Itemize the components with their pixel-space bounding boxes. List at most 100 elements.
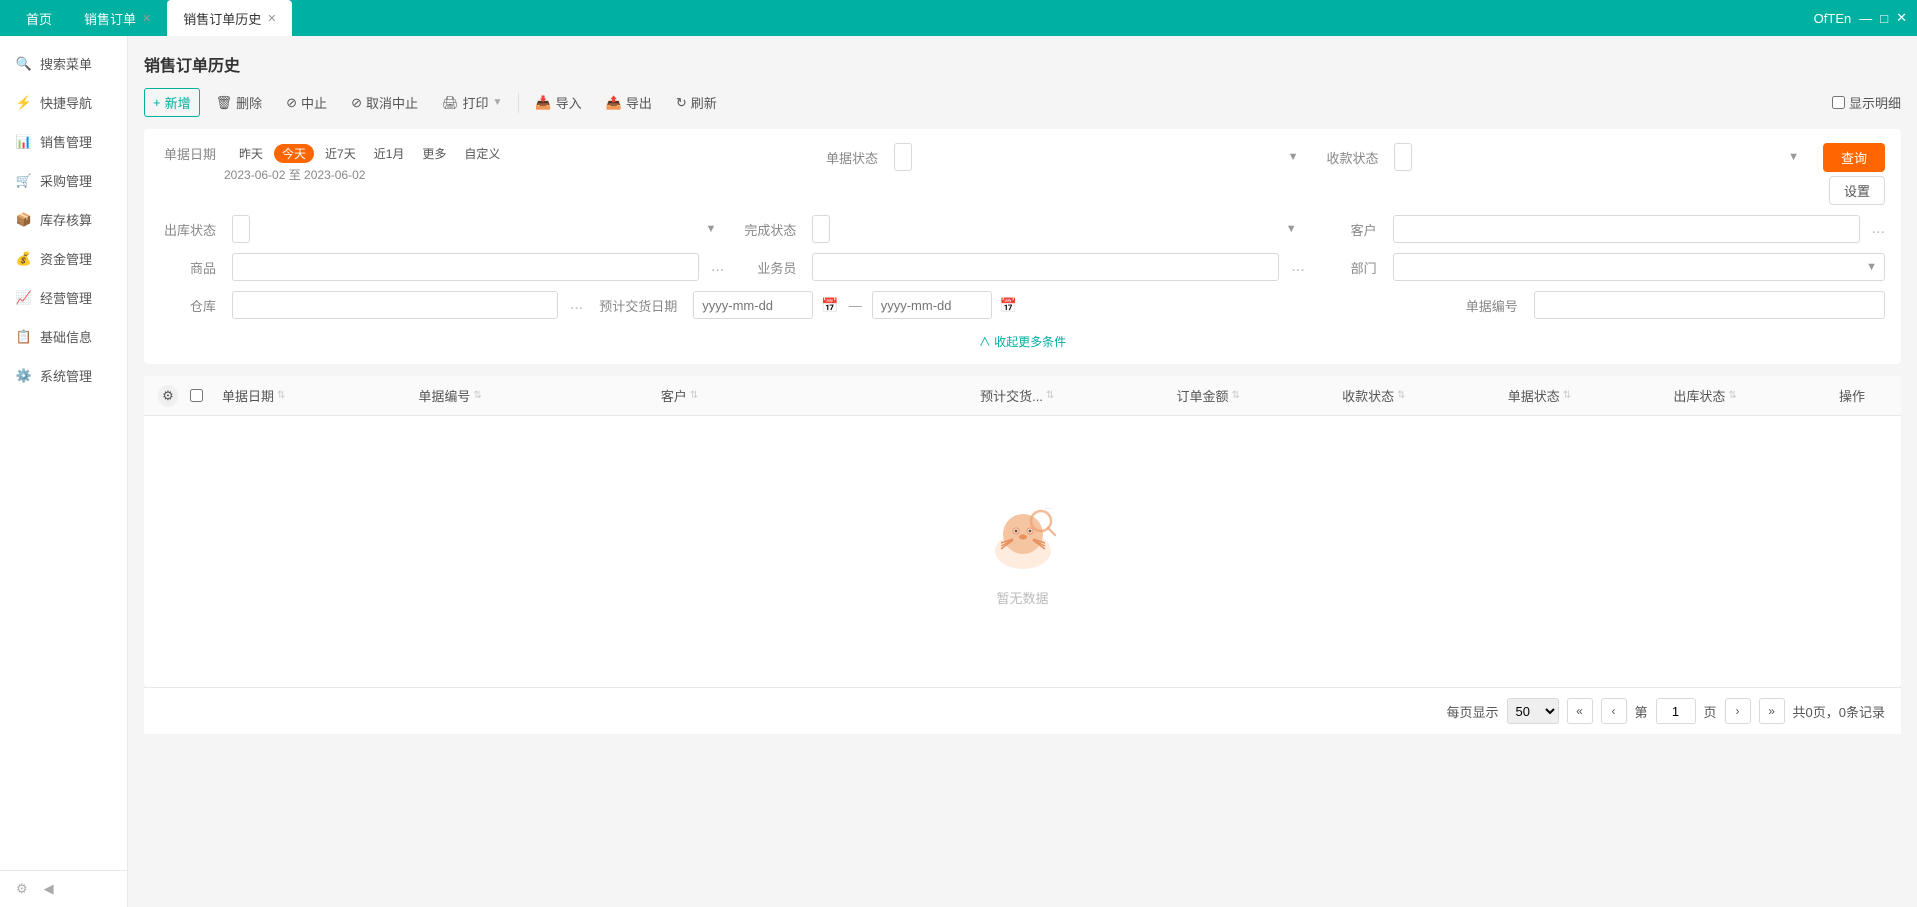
th-stock-status[interactable]: 出库状态 ⇅ (1667, 386, 1833, 405)
sidebar-collapse-icon[interactable]: ◀ (44, 881, 54, 897)
bill-number-input[interactable] (1534, 291, 1885, 319)
display-detail-checkbox[interactable] (1832, 96, 1845, 109)
customer-input[interactable] (1393, 215, 1860, 243)
product-input[interactable] (232, 253, 699, 281)
new-icon: + (153, 95, 161, 110)
th-customer-sort[interactable]: ⇅ (690, 390, 698, 401)
th-check[interactable] (184, 389, 216, 402)
sidebar-item-sales-mgmt-label: 销售管理 (40, 132, 92, 151)
table-settings-gear[interactable]: ⚙ (158, 385, 178, 407)
th-settings[interactable]: ⚙ (152, 385, 184, 407)
collapse-bar[interactable]: ∧ 收起更多条件 (160, 329, 1885, 350)
th-bill-status-sort[interactable]: ⇅ (1563, 390, 1571, 401)
th-stock-status-sort[interactable]: ⇅ (1728, 390, 1736, 401)
calendar-to-icon[interactable]: 📅 (1000, 297, 1017, 314)
stock-status-arrow: ▼ (705, 223, 716, 235)
query-button[interactable]: 查询 (1823, 143, 1885, 172)
refresh-button[interactable]: ↻ 刷新 (668, 89, 725, 116)
page-prev-button[interactable]: ‹ (1601, 698, 1627, 724)
warehouse-input[interactable] (232, 291, 558, 319)
window-minimize[interactable]: — (1859, 11, 1872, 26)
bill-status-select-wrap: ▼ (894, 143, 1307, 171)
base-info-icon: 📋 (16, 329, 32, 345)
product-dots[interactable]: ... (711, 258, 724, 276)
export-button[interactable]: 📤 导出 (598, 89, 660, 116)
svg-text:···: ··· (1045, 504, 1053, 513)
new-button[interactable]: + 新增 (144, 88, 200, 117)
salesperson-dots[interactable]: ... (1291, 258, 1304, 276)
th-bill-status[interactable]: 单据状态 ⇅ (1502, 386, 1668, 405)
delivery-date-to[interactable] (872, 291, 992, 319)
export-label: 导出 (626, 93, 652, 112)
close-sales-order-tab[interactable]: ✕ (142, 12, 151, 25)
date-chip-last1month[interactable]: 近1月 (367, 143, 412, 164)
warehouse-dots[interactable]: ... (570, 296, 583, 314)
date-range-display: 2023-06-02 至 2023-06-02 (224, 168, 365, 182)
settings-button[interactable]: 设置 (1829, 176, 1885, 205)
sidebar-item-sys-mgmt[interactable]: ⚙️ 系统管理 (0, 356, 127, 395)
th-date[interactable]: 单据日期 ⇅ (216, 386, 412, 405)
sidebar-item-inventory[interactable]: 📦 库存核算 (0, 200, 127, 239)
import-icon: 📥 (535, 95, 551, 111)
salesperson-label: 业务员 (740, 258, 796, 277)
cancel-stop-button[interactable]: ⊘ 取消中止 (343, 89, 426, 116)
th-date-sort[interactable]: ⇅ (277, 390, 285, 401)
complete-status-label: 完成状态 (740, 220, 796, 239)
payment-status-select[interactable] (1394, 143, 1412, 171)
print-icon: 🖨 (442, 95, 459, 111)
sidebar-item-quick-nav[interactable]: ⚡ 快捷导航 (0, 83, 127, 122)
th-delivery[interactable]: 预计交货... ⇅ (974, 386, 1170, 405)
page-size-select[interactable]: 50 10 20 100 (1507, 698, 1559, 724)
date-chip-yesterday[interactable]: 昨天 (232, 143, 270, 164)
date-chip-custom[interactable]: 自定义 (457, 143, 507, 164)
sidebar-settings-icon[interactable]: ⚙ (16, 881, 28, 897)
sys-mgmt-icon: ⚙️ (16, 368, 32, 384)
query-settings-group: 查询 设置 (1823, 143, 1885, 205)
window-close[interactable]: ✕ (1896, 10, 1907, 26)
calendar-from-icon[interactable]: 📅 (821, 297, 838, 314)
delivery-date-from[interactable] (693, 291, 813, 319)
th-pay-status[interactable]: 收款状态 ⇅ (1336, 386, 1502, 405)
tab-home[interactable]: 首页 (10, 0, 68, 36)
print-button[interactable]: 🖨 打印 ▼ (434, 89, 510, 116)
display-detail-toggle[interactable]: 显示明细 (1832, 93, 1901, 112)
dept-select[interactable] (1393, 253, 1885, 281)
empty-state: ··· 暂无数据 (144, 416, 1901, 687)
import-button[interactable]: 📥 导入 (527, 89, 589, 116)
page-first-button[interactable]: « (1567, 698, 1593, 724)
date-chip-last7days[interactable]: 近7天 (318, 143, 363, 164)
th-pay-status-sort[interactable]: ⇅ (1397, 390, 1405, 401)
sidebar-item-search-menu[interactable]: 🔍 搜索菜单 (0, 44, 127, 83)
stop-button[interactable]: ⊘ 中止 (278, 89, 335, 116)
th-amount-sort[interactable]: ⇅ (1231, 390, 1239, 401)
bill-status-label: 单据状态 (822, 148, 878, 167)
tab-sales-order[interactable]: 销售订单 ✕ (68, 0, 167, 36)
stock-status-select[interactable] (232, 215, 250, 243)
window-maximize[interactable]: □ (1880, 11, 1888, 26)
th-amount[interactable]: 订单金额 ⇅ (1170, 386, 1336, 405)
page-number-input[interactable] (1656, 698, 1696, 724)
sidebar-item-finance[interactable]: 💰 资金管理 (0, 239, 127, 278)
date-chip-today[interactable]: 今天 (274, 144, 314, 163)
page-last-button[interactable]: » (1759, 698, 1785, 724)
complete-status-select[interactable] (812, 215, 830, 243)
th-number-sort[interactable]: ⇅ (473, 390, 481, 401)
customer-dots[interactable]: ... (1872, 220, 1885, 238)
print-dropdown-icon[interactable]: ▼ (493, 97, 503, 108)
delete-button[interactable]: 🗑 删除 (208, 89, 271, 116)
tab-sales-order-history[interactable]: 销售订单历史 ✕ (167, 0, 292, 36)
sidebar-item-operations[interactable]: 📈 经营管理 (0, 278, 127, 317)
complete-status-arrow: ▼ (1286, 223, 1297, 235)
page-next-button[interactable]: › (1725, 698, 1751, 724)
sidebar-item-purchase-mgmt[interactable]: 🛒 采购管理 (0, 161, 127, 200)
date-chip-more[interactable]: 更多 (415, 143, 453, 164)
close-sales-order-history-tab[interactable]: ✕ (267, 12, 276, 25)
salesperson-input[interactable] (812, 253, 1279, 281)
sidebar-item-base-info[interactable]: 📋 基础信息 (0, 317, 127, 356)
th-customer[interactable]: 客户 ⇅ (655, 386, 974, 405)
sidebar-item-sales-mgmt[interactable]: 📊 销售管理 (0, 122, 127, 161)
bill-status-select[interactable] (894, 143, 912, 171)
th-number[interactable]: 单据编号 ⇅ (412, 386, 654, 405)
select-all-checkbox[interactable] (190, 389, 203, 402)
th-delivery-sort[interactable]: ⇅ (1046, 390, 1054, 401)
